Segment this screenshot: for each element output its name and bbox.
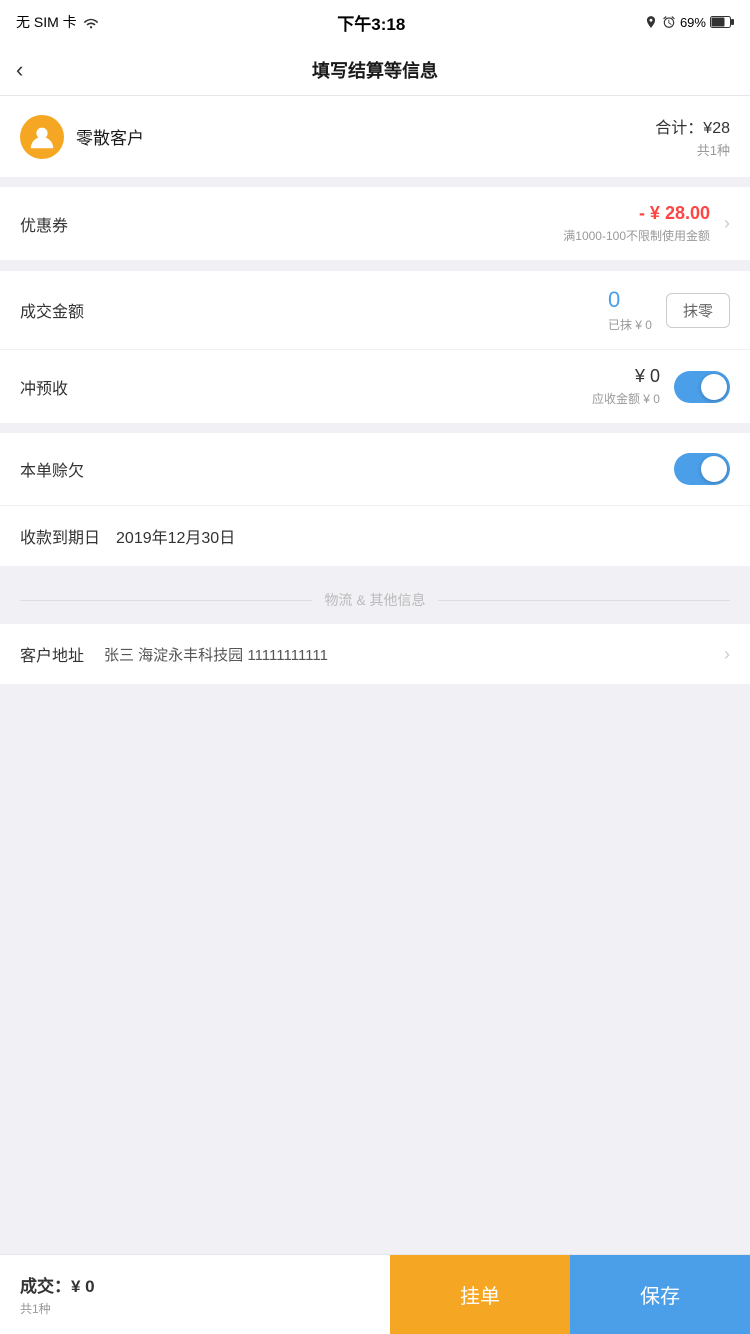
battery-icon — [710, 16, 734, 28]
debt-toggle[interactable] — [674, 453, 730, 485]
coupon-info: - ¥ 28.00 满1000-100不限制使用金额 — [563, 203, 710, 244]
deal-amount-value: 0 — [608, 287, 652, 313]
due-date-label: 收款到期日 — [20, 524, 100, 548]
save-button[interactable]: 保存 — [570, 1255, 750, 1334]
logistics-text: 物流 & 其他信息 — [312, 590, 437, 610]
debt-label: 本单赊欠 — [20, 457, 84, 481]
status-bar: 无 SIM 卡 下午3:18 69% — [0, 0, 750, 44]
bottom-count: 共1种 — [20, 1300, 370, 1317]
bottom-deal: 成交：¥ 0 — [20, 1272, 370, 1297]
prepay-label: 冲预收 — [20, 375, 68, 399]
coupon-amount: - ¥ 28.00 — [563, 203, 710, 224]
customer-name: 零散客户 — [76, 124, 144, 149]
section-separator-2 — [0, 423, 750, 433]
alarm-icon — [662, 15, 676, 29]
nav-bar: ‹ 填写结算等信息 — [0, 44, 750, 96]
section-separator-1 — [0, 261, 750, 271]
deal-amount-sub: 已抹 ¥ 0 — [608, 316, 652, 333]
prepay-row: 冲预收 ¥ 0 应收金额 ¥ 0 — [0, 349, 750, 423]
section-separator-3 — [0, 566, 750, 576]
wifi-icon — [83, 16, 99, 29]
logistics-sep: 物流 & 其他信息 — [0, 576, 750, 624]
customer-left: 零散客户 — [20, 115, 144, 159]
status-time: 下午3:18 — [337, 10, 405, 35]
avatar — [20, 115, 64, 159]
coupon-row[interactable]: 优惠券 - ¥ 28.00 满1000-100不限制使用金额 › — [0, 187, 750, 261]
deal-amount-right: 0 已抹 ¥ 0 抹零 — [608, 287, 730, 333]
bottom-bar: 成交：¥ 0 共1种 挂单 保存 — [0, 1254, 750, 1334]
coupon-right: - ¥ 28.00 满1000-100不限制使用金额 › — [563, 203, 730, 244]
chevron-icon: › — [724, 213, 730, 234]
bottom-deal-amount: ¥ 0 — [71, 1277, 95, 1296]
address-chevron-icon: › — [724, 644, 730, 665]
round-button[interactable]: 抹零 — [666, 293, 730, 328]
due-date-row: 收款到期日 2019年12月30日 — [0, 505, 750, 566]
deal-amount-row: 成交金额 0 已抹 ¥ 0 抹零 — [0, 271, 750, 349]
address-row[interactable]: 客户地址 张三 海淀永丰科技园 11111111111 › — [0, 624, 750, 684]
debt-row: 本单赊欠 — [0, 433, 750, 505]
logistics-line-right — [438, 600, 730, 601]
page-title: 填写结算等信息 — [312, 57, 438, 83]
status-left: 无 SIM 卡 — [16, 12, 99, 32]
customer-row: 零散客户 合计：¥28 共1种 — [0, 96, 750, 177]
prepay-right: ¥ 0 应收金额 ¥ 0 — [592, 366, 730, 407]
due-date-value: 2019年12月30日 — [116, 524, 235, 548]
coupon-desc: 满1000-100不限制使用金额 — [563, 227, 710, 244]
hold-button[interactable]: 挂单 — [390, 1255, 570, 1334]
content: 零散客户 合计：¥28 共1种 优惠券 - ¥ 28.00 满1000-100不… — [0, 96, 750, 774]
prepay-values: ¥ 0 应收金额 ¥ 0 — [592, 366, 660, 407]
prepay-toggle[interactable] — [674, 371, 730, 403]
bottom-deal-label: 成交： — [20, 1277, 71, 1296]
address-value: 张三 海淀永丰科技园 11111111111 — [104, 644, 720, 665]
prepay-amount: ¥ 0 — [592, 366, 660, 387]
battery-text: 69% — [680, 15, 706, 30]
deal-amount-label: 成交金额 — [20, 298, 84, 322]
total-count: 共1种 — [655, 140, 730, 159]
user-icon — [28, 123, 56, 151]
location-icon — [644, 15, 658, 29]
coupon-label: 优惠券 — [20, 212, 68, 236]
debt-toggle-thumb — [701, 456, 727, 482]
sim-text: 无 SIM 卡 — [16, 12, 77, 32]
total-amount: 合计：¥28 — [655, 114, 730, 138]
back-button[interactable]: ‹ — [16, 57, 23, 83]
address-label: 客户地址 — [20, 642, 90, 666]
bottom-info: 成交：¥ 0 共1种 — [0, 1272, 390, 1317]
logistics-line-left — [20, 600, 312, 601]
toggle-thumb — [701, 374, 727, 400]
customer-right: 合计：¥28 共1种 — [655, 114, 730, 159]
prepay-sub: 应收金额 ¥ 0 — [592, 390, 660, 407]
status-right: 69% — [644, 15, 734, 30]
